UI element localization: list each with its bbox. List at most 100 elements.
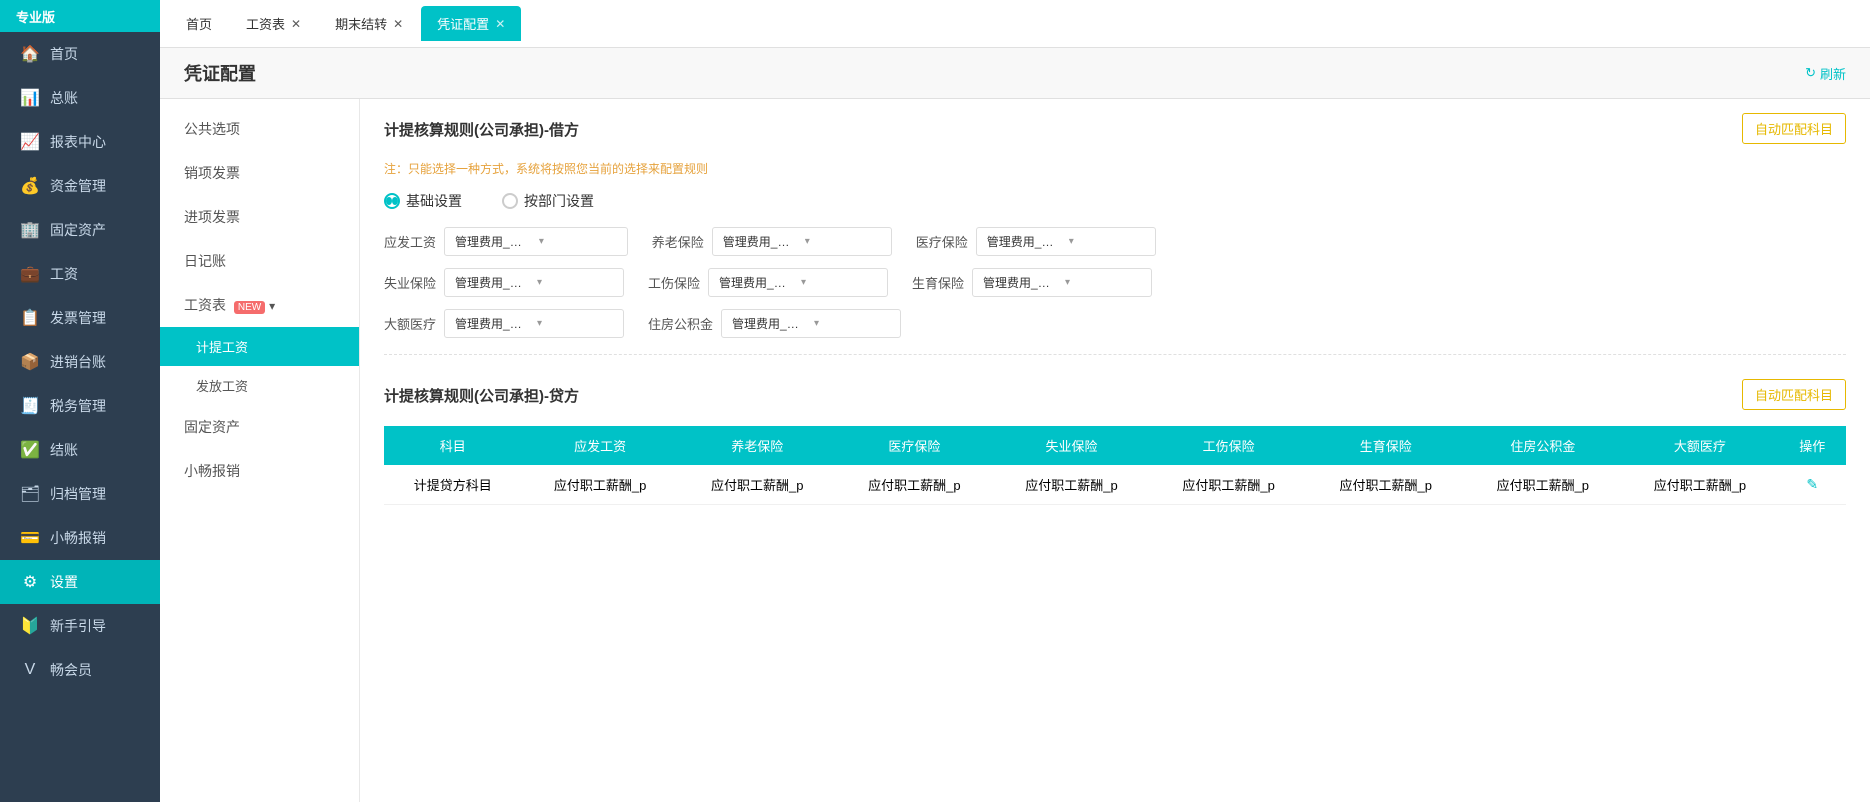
salary-select[interactable]: 管理费用_管理人员职工薪酬 ▾ [444, 227, 628, 256]
sidebar-item-general-ledger[interactable]: 📊总账 [0, 76, 160, 120]
field-salary: 应发工资 管理费用_管理人员职工薪酬 ▾ [384, 227, 628, 256]
field-housing-fund: 住房公积金 管理费用_住房公积金 ▾ [648, 309, 901, 338]
sidebar-item-settings[interactable]: ⚙设置 [0, 560, 160, 604]
credit-section-header: 计提核算规则(公司承担)-贷方 自动匹配科目 [384, 385, 1846, 414]
left-nav-item-fixed-assets[interactable]: 固定资产 [160, 405, 359, 449]
tab-close-salary-table[interactable]: ✕ [291, 17, 301, 31]
tab-voucher-config[interactable]: 凭证配置✕ [421, 6, 521, 41]
left-nav-label-calc-salary: 计提工资 [196, 340, 248, 355]
work-injury-arrow-icon: ▾ [801, 277, 877, 288]
debit-section: 计提核算规则(公司承担)-借方 自动匹配科目 注：只能选择一种方式，系统将按照您… [384, 119, 1846, 355]
maternity-select[interactable]: 管理费用_社会保险费 ▾ [972, 268, 1152, 297]
refresh-button[interactable]: ↻ 刷新 [1805, 64, 1846, 83]
sidebar-label-guide: 新手引导 [50, 616, 106, 636]
tab-label-period-end: 期末结转 [335, 14, 387, 33]
nav-arrow-icon: ▾ [269, 299, 275, 313]
housing-fund-arrow-icon: ▾ [814, 318, 890, 329]
credit-auto-match-button[interactable]: 自动匹配科目 [1742, 379, 1846, 410]
sidebar-item-purchase-sales[interactable]: 📦进销台账 [0, 340, 160, 384]
left-nav: 公共选项销项发票进项发票日记账工资表 NEW ▾ 计提工资发放工资固定资产小畅报销 [160, 99, 360, 802]
sidebar-item-funds[interactable]: 💰资金管理 [0, 164, 160, 208]
sidebar-item-tax[interactable]: 🧾税务管理 [0, 384, 160, 428]
col-subject: 科目 [384, 426, 522, 465]
debit-auto-match-button[interactable]: 自动匹配科目 [1742, 113, 1846, 144]
sidebar-icon-settle: ✅ [20, 440, 40, 460]
row-action[interactable]: ✎ [1778, 465, 1846, 505]
left-nav-item-calc-salary[interactable]: 计提工资 [160, 327, 359, 366]
sidebar-icon-home: 🏠 [20, 44, 40, 64]
unemployment-label: 失业保险 [384, 273, 436, 292]
left-nav-item-public-options[interactable]: 公共选项 [160, 107, 359, 151]
sidebar-item-salary[interactable]: 💼工资 [0, 252, 160, 296]
radio-basic-label: 基础设置 [406, 191, 462, 211]
page-header: 凭证配置 ↻ 刷新 [160, 48, 1870, 99]
major-medical-select[interactable]: 管理费用_社会保险费 ▾ [444, 309, 624, 338]
housing-fund-select[interactable]: 管理费用_住房公积金 ▾ [721, 309, 901, 338]
tab-close-period-end[interactable]: ✕ [393, 17, 403, 31]
left-nav-item-input-invoice[interactable]: 进项发票 [160, 195, 359, 239]
sidebar-item-invoice[interactable]: 📋发票管理 [0, 296, 160, 340]
row-medical: 应付职工薪酬_p [836, 465, 993, 505]
tab-close-voucher-config[interactable]: ✕ [495, 17, 505, 31]
medical-select[interactable]: 管理费用_社会保险费 ▾ [976, 227, 1156, 256]
unemployment-select[interactable]: 管理费用_社会保险费 ▾ [444, 268, 624, 297]
form-row-2: 失业保险 管理费用_社会保险费 ▾ 工伤保险 管理费用_社会保险费 ▾ [384, 268, 1846, 297]
left-nav-item-salary-table[interactable]: 工资表 NEW ▾ [160, 283, 359, 327]
sidebar-label-purchase-sales: 进销台账 [50, 352, 106, 372]
sidebar-item-guide[interactable]: 🔰新手引导 [0, 604, 160, 648]
debit-section-title: 计提核算规则(公司承担)-借方 [384, 119, 579, 140]
work-injury-select[interactable]: 管理费用_社会保险费 ▾ [708, 268, 888, 297]
field-unemployment: 失业保险 管理费用_社会保险费 ▾ [384, 268, 624, 297]
sidebar-label-salary: 工资 [50, 264, 78, 284]
medical-arrow-icon: ▾ [1069, 236, 1145, 247]
left-nav-item-journal[interactable]: 日记账 [160, 239, 359, 283]
sidebar-item-member[interactable]: V畅会员 [0, 648, 160, 692]
sidebar-label-archive: 归档管理 [50, 484, 106, 504]
debit-form-grid: 应发工资 管理费用_管理人员职工薪酬 ▾ 养老保险 管理费用_社会保险费 ▾ [384, 227, 1846, 338]
tab-home[interactable]: 首页 [170, 6, 228, 41]
col-salary: 应发工资 [522, 426, 679, 465]
sidebar-item-settle[interactable]: ✅ 结账 [0, 428, 160, 472]
sidebar-icon-reports: 📈 [20, 132, 40, 152]
sidebar-item-xiaochang[interactable]: 💳 小畅报销 [0, 516, 160, 560]
sidebar-item-fixed-assets[interactable]: 🏢固定资产 [0, 208, 160, 252]
sidebar-label-xiaochang: 小畅报销 [50, 528, 106, 548]
radio-dept-label: 按部门设置 [524, 191, 594, 211]
sidebar-item-reports[interactable]: 📈报表中心 [0, 120, 160, 164]
debit-radio-group: 基础设置 按部门设置 [384, 191, 1846, 211]
edit-icon[interactable]: ✎ [1806, 476, 1818, 492]
field-medical: 医疗保险 管理费用_社会保险费 ▾ [916, 227, 1156, 256]
radio-department[interactable]: 按部门设置 [502, 191, 594, 211]
tab-salary-table[interactable]: 工资表✕ [230, 6, 317, 41]
sidebar-label-home: 首页 [50, 44, 78, 64]
page-title: 凭证配置 [184, 60, 256, 86]
sidebar-icon-xiaochang: 💳 [20, 528, 40, 548]
field-pension: 养老保险 管理费用_社会保险费 ▾ [652, 227, 892, 256]
sidebar-icon-tax: 🧾 [20, 396, 40, 416]
col-housing-fund: 住房公积金 [1464, 426, 1621, 465]
col-major-medical: 大额医疗 [1621, 426, 1778, 465]
left-nav-label-fixed-assets: 固定资产 [184, 417, 240, 437]
pension-select[interactable]: 管理费用_社会保险费 ▾ [712, 227, 892, 256]
row-subject: 计提贷方科目 [384, 465, 522, 505]
pension-arrow-icon: ▾ [805, 236, 881, 247]
credit-section: 计提核算规则(公司承担)-贷方 自动匹配科目 科目 应发工资 养老保险 医疗保险… [384, 385, 1846, 505]
sidebar-label-settle: 结账 [50, 440, 78, 460]
salary-value: 管理费用_管理人员职工薪酬 [455, 233, 533, 250]
salary-label: 应发工资 [384, 232, 436, 251]
sidebar-item-archive[interactable]: 🗂归档管理 [0, 472, 160, 516]
unemployment-arrow-icon: ▾ [537, 277, 613, 288]
row-work-injury: 应付职工薪酬_p [1150, 465, 1307, 505]
sidebar-icon-member: V [20, 661, 40, 679]
form-row-1: 应发工资 管理费用_管理人员职工薪酬 ▾ 养老保险 管理费用_社会保险费 ▾ [384, 227, 1846, 256]
col-action: 操作 [1778, 426, 1846, 465]
field-major-medical: 大额医疗 管理费用_社会保险费 ▾ [384, 309, 624, 338]
left-nav-item-xiaochang-expense[interactable]: 小畅报销 [160, 449, 359, 493]
form-row-3: 大额医疗 管理费用_社会保险费 ▾ 住房公积金 管理费用_住房公积金 ▾ [384, 309, 1846, 338]
left-nav-item-pay-salary[interactable]: 发放工资 [160, 366, 359, 405]
tab-period-end[interactable]: 期末结转 ✕ [319, 6, 419, 41]
left-nav-item-cancel-invoice[interactable]: 销项发票 [160, 151, 359, 195]
radio-dept-circle [502, 193, 518, 209]
sidebar-item-home[interactable]: 🏠 首页 [0, 32, 160, 76]
radio-basic[interactable]: 基础设置 [384, 191, 462, 211]
